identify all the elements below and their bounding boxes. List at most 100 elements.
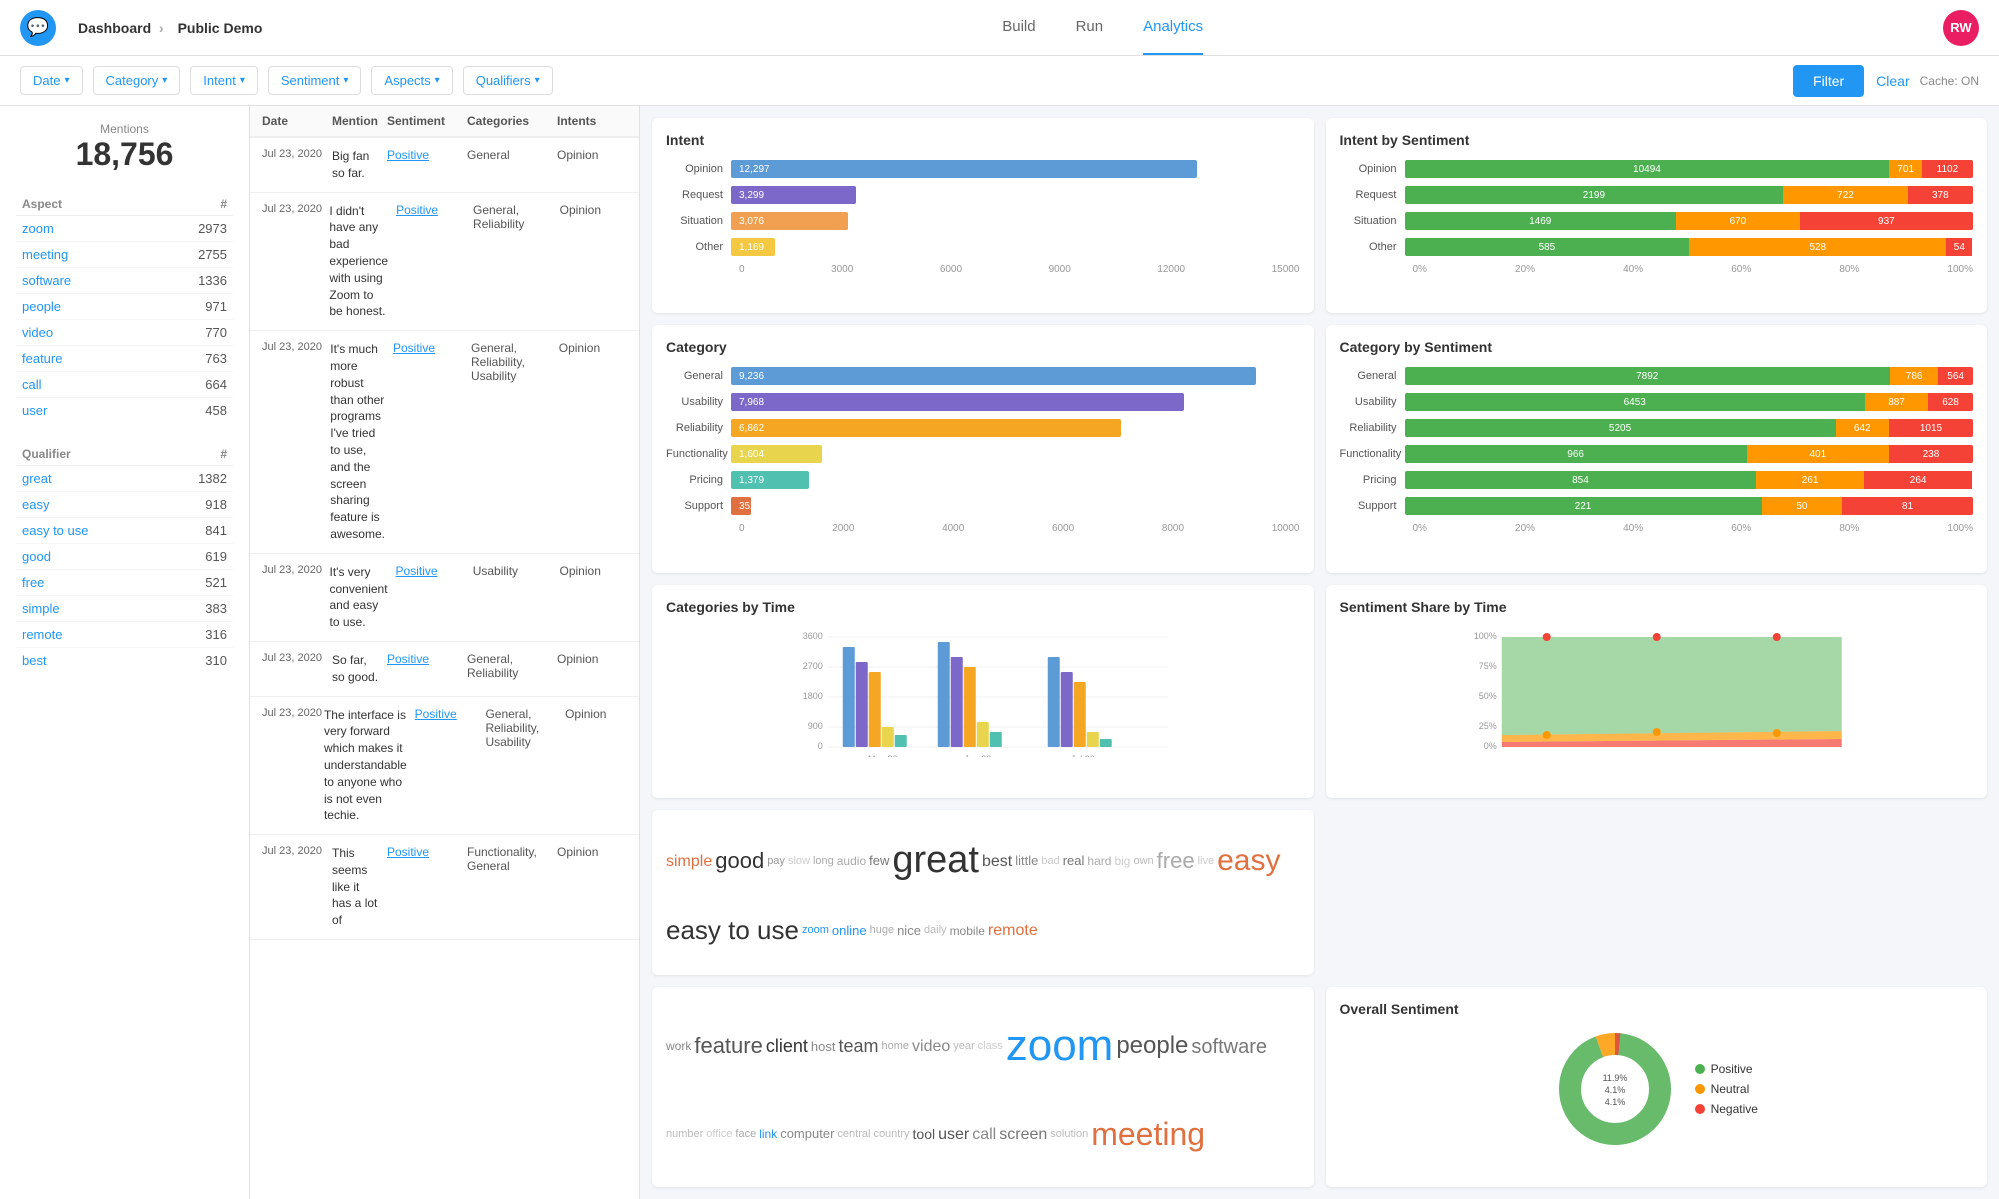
aspect-name[interactable]: people (16, 294, 146, 320)
nav-run[interactable]: Run (1076, 0, 1104, 55)
avatar[interactable]: RW (1943, 10, 1979, 46)
word-cloud-item[interactable]: user (938, 1125, 969, 1144)
list-item: good619 (16, 544, 233, 570)
neutral-segment: 670 (1676, 212, 1800, 230)
qualifier-name[interactable]: good (16, 544, 159, 570)
word-cloud-item[interactable]: screen (999, 1125, 1047, 1144)
word-cloud-item[interactable]: computer (780, 1126, 834, 1142)
qualifier-name[interactable]: great (16, 466, 159, 492)
word-cloud-item[interactable]: tool (913, 1126, 936, 1143)
qualifier-name[interactable]: easy to use (16, 518, 159, 544)
qualifier-name[interactable]: simple (16, 596, 159, 622)
word-cloud-item[interactable]: own (1133, 855, 1153, 868)
bar-value: 1,604 (735, 449, 764, 460)
word-cloud-item[interactable]: long (813, 855, 834, 868)
word-cloud-item[interactable]: easy to use (666, 915, 799, 946)
word-cloud-item[interactable]: feature (694, 1033, 763, 1059)
word-cloud-item[interactable]: zoom (802, 924, 829, 937)
word-cloud-item[interactable]: meeting (1091, 1115, 1205, 1153)
word-cloud-item[interactable]: easy (1217, 843, 1280, 879)
row-sentiment[interactable]: Positive (393, 341, 471, 355)
word-cloud-item[interactable]: year (953, 1040, 974, 1053)
word-cloud-item[interactable]: zoom (1006, 1020, 1114, 1073)
word-cloud-item[interactable]: team (838, 1036, 878, 1058)
row-sentiment[interactable]: Positive (396, 564, 473, 578)
row-mention[interactable]: It's much more robust than other program… (330, 341, 393, 543)
row-sentiment[interactable]: Positive (387, 148, 467, 162)
word-cloud-item[interactable]: simple (666, 852, 712, 871)
breadcrumb-dashboard[interactable]: Dashboard (78, 20, 151, 36)
word-cloud-item[interactable]: number (666, 1128, 703, 1141)
row-sentiment[interactable]: Positive (387, 845, 467, 859)
word-cloud-item[interactable]: nice (897, 923, 921, 939)
word-cloud-item[interactable]: audio (837, 854, 866, 868)
word-cloud-item[interactable]: good (715, 848, 764, 874)
row-mention[interactable]: This seems like it has a lot of (332, 845, 387, 929)
filter-sentiment[interactable]: Sentiment ▾ (268, 66, 362, 95)
clear-filter-button[interactable]: Clear (1876, 73, 1909, 89)
row-mention[interactable]: Big fan so far. (332, 148, 387, 182)
word-cloud-item[interactable]: video (912, 1037, 950, 1056)
filter-category[interactable]: Category ▾ (93, 66, 181, 95)
nav-analytics[interactable]: Analytics (1143, 0, 1203, 55)
word-cloud-item[interactable]: class (978, 1040, 1003, 1053)
qualifier-name[interactable]: remote (16, 622, 159, 648)
row-sentiment[interactable]: Positive (415, 707, 486, 721)
qualifier-name[interactable]: best (16, 648, 159, 674)
word-cloud-item[interactable]: great (892, 838, 979, 884)
filter-date[interactable]: Date ▾ (20, 66, 83, 95)
aspect-name[interactable]: software (16, 268, 146, 294)
word-cloud-item[interactable]: big (1114, 854, 1130, 868)
row-sentiment[interactable]: Positive (396, 203, 473, 217)
table-row: Jul 23, 2020 It's very convenient and ea… (250, 554, 639, 642)
aspect-name[interactable]: meeting (16, 242, 146, 268)
aspect-name[interactable]: user (16, 398, 146, 424)
qualifier-name[interactable]: free (16, 570, 159, 596)
word-cloud-item[interactable]: solution (1050, 1128, 1088, 1141)
word-cloud-item[interactable]: remote (988, 921, 1038, 940)
word-cloud-item[interactable]: mobile (950, 924, 985, 938)
word-cloud-item[interactable]: slow (788, 855, 810, 868)
word-cloud-item[interactable]: central (837, 1128, 870, 1141)
word-cloud-item[interactable]: daily (924, 924, 947, 937)
word-cloud-item[interactable]: huge (870, 924, 894, 937)
word-cloud-item[interactable]: software (1191, 1035, 1267, 1059)
row-mention[interactable]: So far, so good. (332, 652, 387, 686)
positive-segment: 1469 (1405, 212, 1676, 230)
aspect-name[interactable]: video (16, 320, 146, 346)
nav-build[interactable]: Build (1002, 0, 1035, 55)
word-cloud-item[interactable]: office (706, 1128, 732, 1141)
word-cloud-item[interactable]: real (1063, 853, 1085, 869)
filter-aspects[interactable]: Aspects ▾ (371, 66, 452, 95)
word-cloud-item[interactable]: little (1015, 853, 1038, 869)
aspect-name[interactable]: zoom (16, 216, 146, 242)
word-cloud-item[interactable]: people (1116, 1032, 1188, 1061)
word-cloud-item[interactable]: pay (767, 855, 785, 868)
word-cloud-item[interactable]: live (1198, 855, 1215, 868)
word-cloud-item[interactable]: call (972, 1125, 996, 1144)
qualifier-name[interactable]: easy (16, 492, 159, 518)
word-cloud-item[interactable]: few (869, 853, 889, 869)
row-sentiment[interactable]: Positive (387, 652, 467, 666)
word-cloud-item[interactable]: free (1157, 848, 1195, 874)
row-mention[interactable]: It's very convenient and easy to use. (330, 564, 396, 631)
word-cloud-item[interactable]: face (735, 1128, 756, 1141)
row-mention[interactable]: The interface is very forward which make… (324, 707, 415, 825)
word-cloud-item[interactable]: client (766, 1036, 808, 1058)
aspect-name[interactable]: feature (16, 346, 146, 372)
apply-filter-button[interactable]: Filter (1793, 65, 1864, 97)
word-cloud-item[interactable]: bad (1041, 855, 1059, 868)
word-cloud-item[interactable]: online (832, 923, 867, 939)
word-cloud-item[interactable]: hard (1087, 854, 1111, 868)
word-cloud-item[interactable]: link (759, 1127, 777, 1141)
row-mention[interactable]: I didn't have any bad experience with us… (329, 203, 396, 321)
sentiment-share-chart: Sentiment Share by Time 100% 75% 50% 25%… (1326, 585, 1988, 798)
word-cloud-item[interactable]: best (982, 852, 1012, 871)
word-cloud-item[interactable]: country (873, 1128, 909, 1141)
word-cloud-item[interactable]: work (666, 1039, 691, 1053)
word-cloud-item[interactable]: home (881, 1040, 909, 1053)
word-cloud-item[interactable]: host (811, 1039, 836, 1055)
filter-qualifiers[interactable]: Qualifiers ▾ (463, 66, 553, 95)
aspect-name[interactable]: call (16, 372, 146, 398)
filter-intent[interactable]: Intent ▾ (190, 66, 258, 95)
